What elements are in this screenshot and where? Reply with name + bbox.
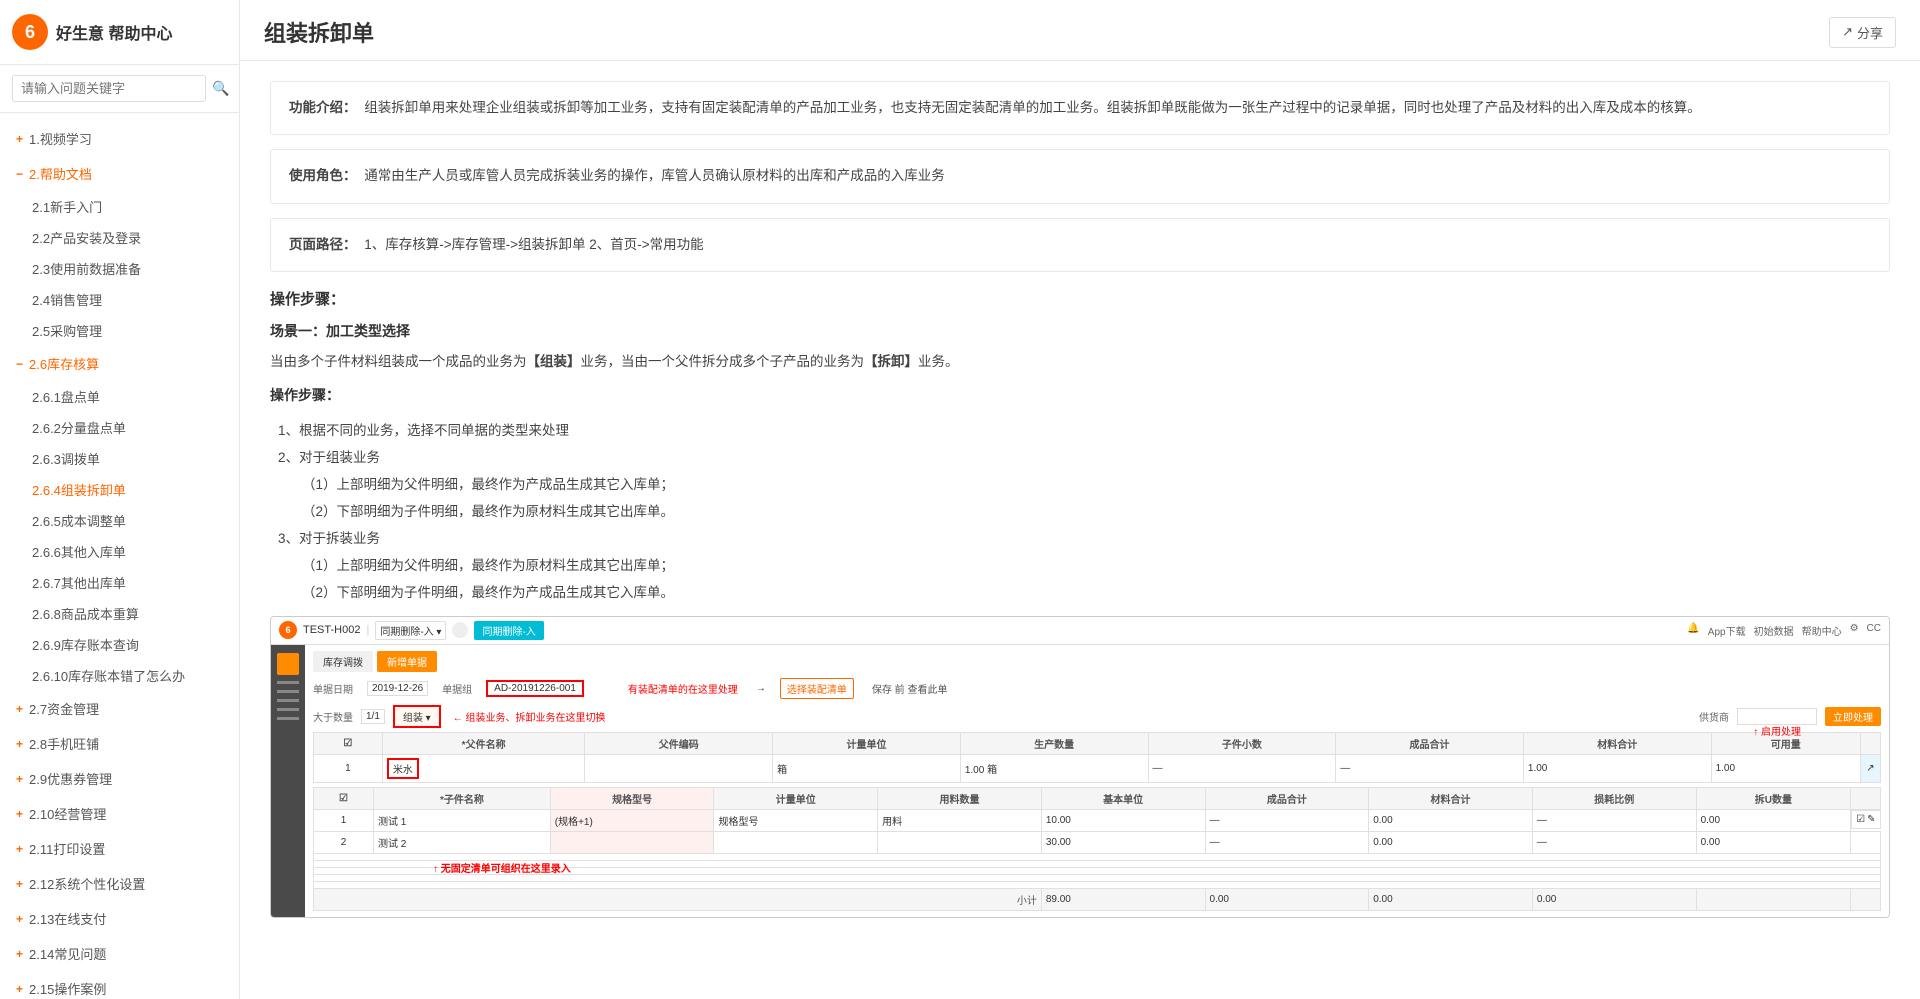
main-header: 组装拆卸单 ↗ 分享 (240, 0, 1920, 61)
func-intro-text: 组装拆卸单用来处理企业组装或拆卸等加工业务，支持有固定装配清单的产品加工业务，也… (364, 100, 1701, 115)
ss-dropdown[interactable]: 同期删除-入 ▾ (375, 621, 446, 640)
sidebar-item-cost-adjust[interactable]: 2.6.5成本调整单 (0, 505, 239, 536)
collapse-icon-inventory: − (16, 357, 23, 371)
plus-ops: + (16, 807, 23, 821)
sidebar-item-docs[interactable]: − 2.帮助文档 (0, 156, 239, 191)
share-button[interactable]: ↗ 分享 (1829, 17, 1896, 48)
ss-type-select[interactable]: 组装 ▾ (393, 705, 441, 728)
ss-tabs-row: 库存调拨 新增单据 (313, 651, 1881, 672)
sidebar-item-finance[interactable]: + 2.7资金管理 (0, 691, 239, 726)
expand-icon: + (16, 132, 23, 146)
step-3: 3、对于拆装业务 (278, 525, 1890, 552)
sidebar-item-ledger-fix[interactable]: 2.6.10库存账本错了怎么办 (0, 660, 239, 691)
path-label: 页面路径： (289, 237, 357, 252)
logo-text: 好生意 帮助中心 (56, 20, 172, 44)
sidebar: 6 好生意 帮助中心 🔍 + 1.视频学习 − 2.帮助文档 2.1新手入门 2… (0, 0, 240, 999)
step-2-1: （1）上部明细为父件明细，最终作为产成品生成其它入库单； (302, 471, 1890, 498)
sidebar-item-other-in[interactable]: 2.6.6其他入库单 (0, 536, 239, 567)
role-label: 使用角色： (289, 168, 357, 183)
sidebar-item-coupon[interactable]: + 2.9优惠券管理 (0, 761, 239, 796)
sidebar-item-cost-reset[interactable]: 2.6.8商品成本重算 (0, 598, 239, 629)
ss-action-btns: 保存 前 查看此单 (872, 681, 948, 696)
ss-btn-assign[interactable]: 选择装配清单 (780, 678, 854, 699)
nav-list: + 1.视频学习 − 2.帮助文档 2.1新手入门 2.2产品安装及登录 2.3… (0, 113, 239, 999)
search-input[interactable] (12, 75, 206, 102)
main-content: 功能介绍： 组装拆卸单用来处理企业组装或拆卸等加工业务，支持有固定装配清单的产品… (240, 61, 1920, 999)
sidebar-item-custom[interactable]: + 2.12系统个性化设置 (0, 866, 239, 901)
role-block: 使用角色： 通常由生产人员或库管人员完成拆装业务的操作，库管人员确认原材料的出库… (270, 149, 1890, 203)
sidebar-item-prepare[interactable]: 2.3使用前数据准备 (0, 253, 239, 284)
ss-icons: 🔔App下载初始数据帮助中心⚙CC (1687, 623, 1881, 638)
sidebar-item-ops[interactable]: + 2.10经营管理 (0, 796, 239, 831)
step-3-1: （1）上部明细为父件明细，最终作为原材料生成其它出库单； (302, 552, 1890, 579)
ss-teal-btn[interactable]: 同期删除-入 (474, 621, 543, 640)
plus-print: + (16, 842, 23, 856)
search-button[interactable]: 🔍 (212, 80, 229, 97)
step-3-2: （2）下部明细为子件明细，最终作为产成品生成其它入库单。 (302, 579, 1890, 606)
plus-faq: + (16, 947, 23, 961)
sidebar-item-other-out[interactable]: 2.6.7其他出库单 (0, 567, 239, 598)
sidebar-item-purchase[interactable]: 2.5采购管理 (0, 315, 239, 346)
sidebar-item-adjust[interactable]: 2.6.3调拨单 (0, 443, 239, 474)
step-1: 1、根据不同的业务，选择不同单据的类型来处理 (278, 417, 1890, 444)
plus-cases: + (16, 982, 23, 996)
sidebar-item-install[interactable]: 2.2产品安装及登录 (0, 222, 239, 253)
sidebar-item-newbie[interactable]: 2.1新手入门 (0, 191, 239, 222)
ss-child-table: ☑ *子件名称 规格型号 计量单位 用料数量 基本单位 成品合计 材料合计 损耗 (313, 787, 1881, 911)
func-intro-block: 功能介绍： 组装拆卸单用来处理企业组装或拆卸等加工业务，支持有固定装配清单的产品… (270, 81, 1890, 135)
func-intro-label: 功能介绍： (289, 100, 357, 115)
sidebar-item-print[interactable]: + 2.11打印设置 (0, 831, 239, 866)
screenshot-container: 6 TEST-H002 | 同期删除-入 ▾ 同期删除-入 🔔App下载初始数据… (270, 616, 1890, 918)
sidebar-item-mobile[interactable]: + 2.8手机旺铺 (0, 726, 239, 761)
ss-tab-transfer[interactable]: 库存调拨 (313, 651, 373, 672)
ss-child-area: ☑ *子件名称 规格型号 计量单位 用料数量 基本单位 成品合计 材料合计 损耗 (313, 787, 1881, 911)
path-text: 1、库存核算->库存管理->组装拆卸单 2、首页->常用功能 (364, 237, 703, 252)
sidebar-item-assemble[interactable]: 2.6.4组装拆卸单 (0, 474, 239, 505)
ss-refresh-icon (452, 622, 468, 638)
ss-bill-no: AD-20191226-001 (486, 680, 584, 697)
page-title: 组装拆卸单 (264, 16, 374, 48)
ss-app-name: TEST-H002 (303, 624, 360, 636)
share-icon: ↗ (1842, 24, 1853, 40)
ss-form-area: 单据日期 2019-12-26 单据组 AD-20191226-001 有装配清… (313, 678, 1881, 699)
sidebar-item-video[interactable]: + 1.视频学习 (0, 121, 239, 156)
sidebar-header: 6 好生意 帮助中心 (0, 0, 239, 65)
role-text: 通常由生产人员或库管人员完成拆装业务的操作，库管人员确认原材料的出库和产成品的入… (364, 168, 945, 183)
ops-steps-sub-title: 操作步骤： (270, 385, 1890, 405)
scenario1-title: 场景一：加工类型选择 (270, 321, 1890, 341)
collapse-icon: − (16, 167, 23, 181)
ss-parent-table: ☑ *父件名称 父件编码 计量单位 生产数量 子件小数 成品合计 材料合计 可用… (313, 732, 1881, 783)
sidebar-item-online-pay[interactable]: + 2.13在线支付 (0, 901, 239, 936)
step-2-2: （2）下部明细为子件明细，最终作为原材料生成其它出库单。 (302, 498, 1890, 525)
ss-logo: 6 (279, 621, 297, 639)
path-block: 页面路径： 1、库存核算->库存管理->组装拆卸单 2、首页->常用功能 (270, 218, 1890, 272)
ops-steps-title: 操作步骤： (270, 288, 1890, 309)
steps-list: 1、根据不同的业务，选择不同单据的类型来处理 2、对于组装业务 （1）上部明细为… (270, 417, 1890, 606)
plus-coupon: + (16, 772, 23, 786)
ss-tab-new[interactable]: 新增单据 (377, 651, 437, 672)
ss-left-nav (271, 645, 305, 917)
plus-custom: + (16, 877, 23, 891)
sidebar-item-sales[interactable]: 2.4销售管理 (0, 284, 239, 315)
scenario1-desc: 当由多个子件材料组装成一个成品的业务为【组装】业务，当由一个父件拆分成多个子产品… (270, 349, 1890, 375)
sidebar-item-cases[interactable]: + 2.15操作案例 (0, 971, 239, 999)
main: 组装拆卸单 ↗ 分享 功能介绍： 组装拆卸单用来处理企业组装或拆卸等加工业务，支… (240, 0, 1920, 999)
ss-confirm-btn[interactable]: 立即处理 (1825, 707, 1881, 726)
sidebar-item-split-count[interactable]: 2.6.2分量盘点单 (0, 412, 239, 443)
ss-type-row: 大于数量 1/1 组装 ▾ ← 组装业务、拆卸业务在这里切换 供货商 ↑ 启用处… (313, 705, 1881, 728)
plus-mobile: + (16, 737, 23, 751)
sidebar-item-count[interactable]: 2.6.1盘点单 (0, 381, 239, 412)
plus-online-pay: + (16, 912, 23, 926)
step-2: 2、对于组装业务 (278, 444, 1890, 471)
sidebar-item-ledger[interactable]: 2.6.9库存账本查询 (0, 629, 239, 660)
logo-icon: 6 (12, 14, 48, 50)
sidebar-item-faq[interactable]: + 2.14常见问题 (0, 936, 239, 971)
search-bar: 🔍 (0, 65, 239, 113)
sidebar-item-inventory[interactable]: − 2.6库存核算 (0, 346, 239, 381)
ss-parent-name: 米水 (387, 758, 419, 779)
plus-finance: + (16, 702, 23, 716)
